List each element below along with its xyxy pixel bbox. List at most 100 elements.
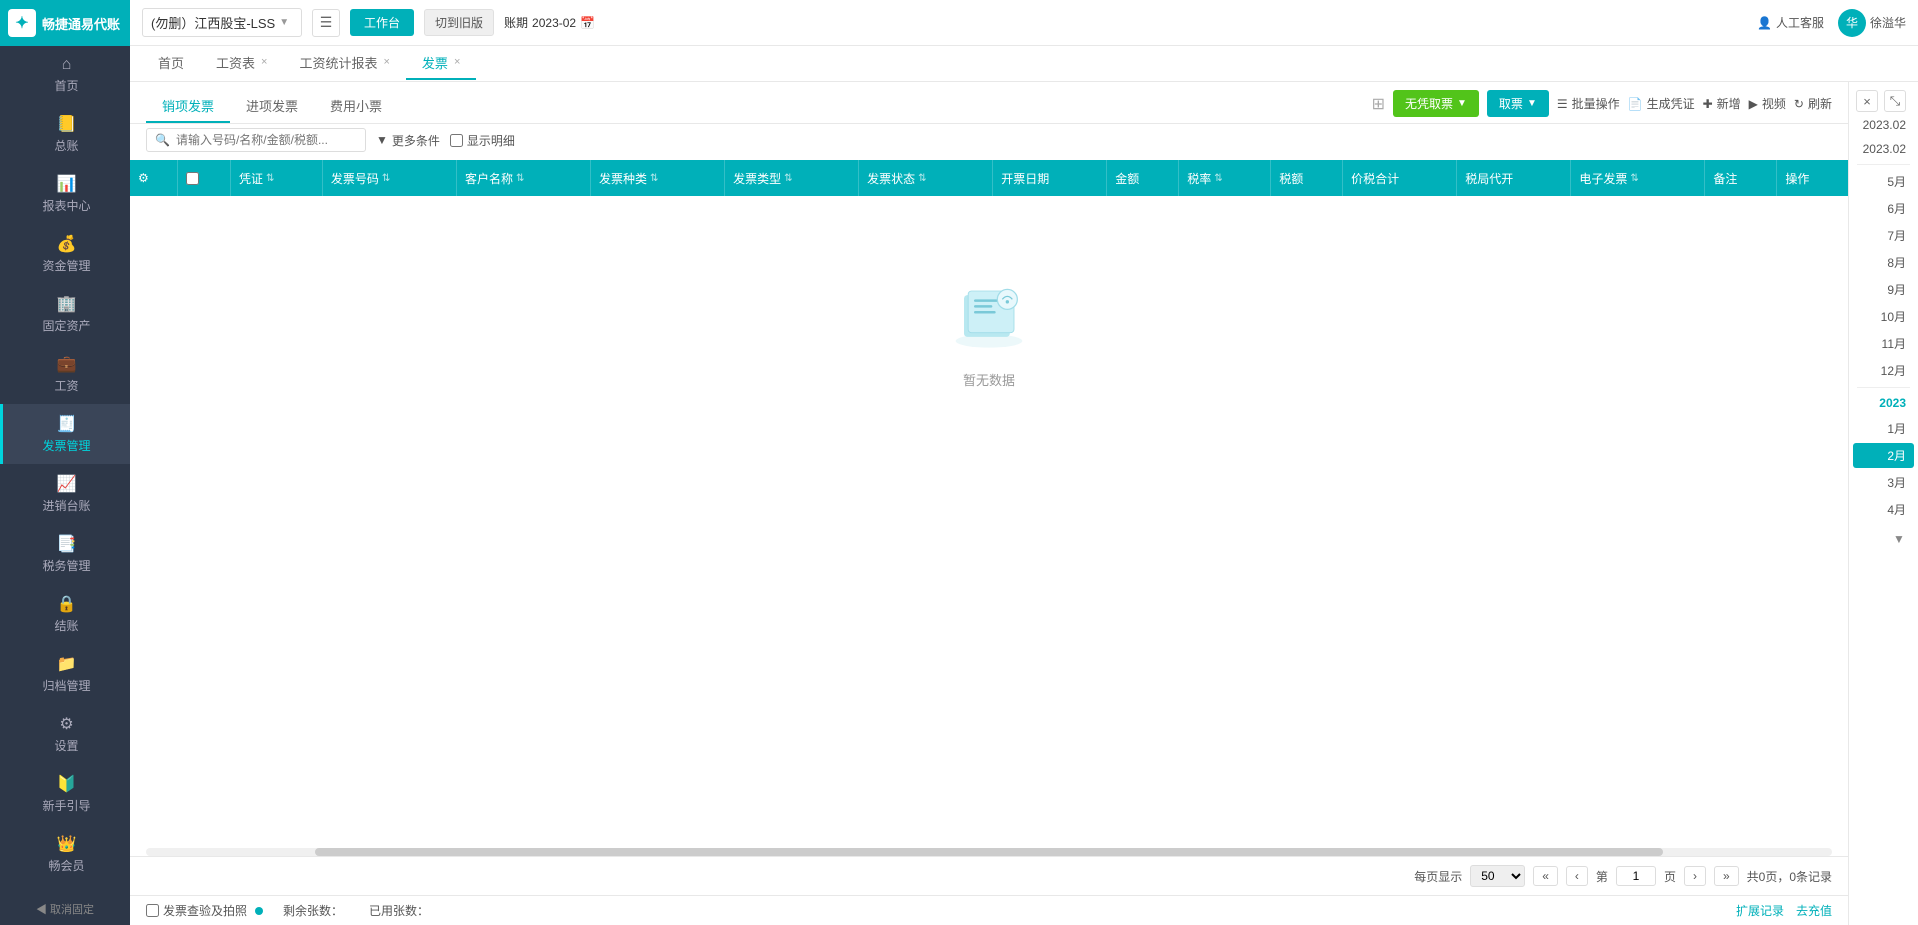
sidebar-item-close[interactable]: 🔒 结账	[0, 584, 130, 644]
batch-op-btn[interactable]: ☰ 批量操作	[1557, 95, 1620, 112]
gen-voucher-btn[interactable]: 📄 生成凭证	[1628, 95, 1695, 112]
date-item-2023-02-b[interactable]: 2023.02	[1853, 138, 1914, 160]
expand-record-link[interactable]: 扩展记录	[1736, 902, 1784, 919]
tab-invoices-close-btn[interactable]: ×	[454, 57, 460, 68]
unpin-sidebar-btn[interactable]: ◀ 取消固定	[0, 893, 130, 925]
date-sep	[1857, 164, 1910, 165]
grid-view-icon: ⊞	[1372, 94, 1385, 114]
date-year-2023[interactable]: 2023	[1853, 392, 1914, 414]
search-input[interactable]	[176, 133, 336, 147]
new-invoice-btn[interactable]: ✚ 新增	[1703, 95, 1741, 112]
period-text: 账期	[504, 14, 528, 31]
subtab-sales-invoice[interactable]: 销项发票	[146, 90, 230, 123]
tab-salary-stats[interactable]: 工资统计报表 ×	[283, 47, 405, 80]
scrollbar-thumb[interactable]	[315, 848, 1664, 856]
support-btn[interactable]: 👤 人工客服	[1757, 14, 1824, 31]
tab-salary-table[interactable]: 工资表 ×	[200, 47, 283, 80]
th-voucher[interactable]: 凭证 ⇅	[230, 160, 322, 196]
company-selector[interactable]: (勿删）江西股宝-LSS ▼	[142, 8, 302, 37]
sort-voucher-icon: ⇅	[266, 173, 274, 184]
th-invoice-no[interactable]: 发票号码 ⇅	[322, 160, 456, 196]
user-profile-btn[interactable]: 华 徐溢华	[1838, 9, 1906, 37]
sidebar-item-funds[interactable]: 💰 资金管理	[0, 224, 130, 284]
invoice-verify-btn[interactable]: 发票查验及拍照	[146, 902, 263, 919]
date-month-2[interactable]: 2月	[1853, 443, 1914, 468]
next-page-btn[interactable]: ›	[1684, 866, 1706, 886]
th-remark-label: 备注	[1713, 170, 1737, 187]
prev-page-btn[interactable]: ‹	[1566, 866, 1588, 886]
select-all-checkbox[interactable]	[186, 172, 199, 185]
th-amount-label: 金额	[1115, 170, 1139, 187]
sidebar-item-ledger[interactable]: 📒 总账	[0, 104, 130, 164]
sidebar-item-settings[interactable]: ⚙ 设置	[0, 704, 130, 764]
th-customer[interactable]: 客户名称 ⇅	[456, 160, 590, 196]
date-month-4[interactable]: 4月	[1853, 497, 1914, 522]
tab-salary-stats-label: 工资统计报表	[299, 53, 377, 72]
date-month-6[interactable]: 6月	[1853, 196, 1914, 221]
th-tax-rate[interactable]: 税率 ⇅	[1179, 160, 1271, 196]
first-page-btn[interactable]: «	[1533, 866, 1558, 886]
sidebar-label-guide: 新手引导	[42, 797, 90, 814]
tab-home-label: 首页	[158, 53, 184, 72]
gen-voucher-label: 生成凭证	[1647, 95, 1695, 112]
subtab-purchase-invoice[interactable]: 进项发票	[230, 90, 314, 123]
horizontal-scrollbar[interactable]	[146, 848, 1832, 856]
th-e-invoice[interactable]: 电子发票 ⇅	[1571, 160, 1705, 196]
video-btn[interactable]: ▶ 视频	[1749, 95, 1786, 112]
tab-salary-stats-close-btn[interactable]: ×	[383, 57, 389, 68]
th-remark: 备注	[1705, 160, 1777, 196]
more-conditions-btn[interactable]: ▼ 更多条件	[376, 132, 440, 149]
date-month-11[interactable]: 11月	[1853, 331, 1914, 356]
sidebar-item-archive[interactable]: 📁 归档管理	[0, 644, 130, 704]
th-settings[interactable]: ⚙	[130, 160, 178, 196]
sidebar-label-home: 首页	[54, 77, 78, 94]
date-month-8[interactable]: 8月	[1853, 250, 1914, 275]
date-month-12[interactable]: 12月	[1853, 358, 1914, 383]
sidebar-item-invoices[interactable]: 🧾 发票管理	[0, 404, 130, 464]
sidebar-item-tax[interactable]: 📑 税务管理	[0, 524, 130, 584]
sidebar-label-ledger: 总账	[54, 137, 78, 154]
sidebar-item-sales[interactable]: 📈 进销台账	[0, 464, 130, 524]
new-icon: ✚	[1703, 97, 1713, 111]
date-month-7[interactable]: 7月	[1853, 223, 1914, 248]
date-month-10[interactable]: 10月	[1853, 304, 1914, 329]
no-voucher-btn[interactable]: 无凭取票 ▼	[1393, 90, 1479, 117]
refresh-btn[interactable]: ↻ 刷新	[1794, 95, 1832, 112]
workbench-button[interactable]: 工作台	[350, 9, 414, 36]
tab-salary-close-btn[interactable]: ×	[261, 57, 267, 68]
per-page-select[interactable]: 50 10 20 100	[1470, 865, 1525, 887]
invoice-verify-checkbox[interactable]	[146, 904, 159, 917]
search-box[interactable]: 🔍	[146, 128, 366, 152]
date-month-3[interactable]: 3月	[1853, 470, 1914, 495]
switch-version-button[interactable]: 切到旧版	[424, 9, 494, 36]
tab-home[interactable]: 首页	[142, 47, 200, 80]
last-page-btn[interactable]: »	[1714, 866, 1739, 886]
sidebar-item-home[interactable]: ⌂ 首页	[0, 46, 130, 104]
date-panel-down-btn[interactable]: ▼	[1888, 528, 1910, 550]
doc-btn[interactable]: ☰	[312, 9, 340, 37]
sidebar-item-guide[interactable]: 🔰 新手引导	[0, 764, 130, 824]
tab-invoices[interactable]: 发票 ×	[406, 47, 476, 80]
date-month-1[interactable]: 1月	[1853, 416, 1914, 441]
th-invoice-type[interactable]: 发票种类 ⇅	[591, 160, 725, 196]
tax-icon: 📑	[57, 534, 77, 554]
recharge-link[interactable]: 去充值	[1796, 902, 1832, 919]
page-input[interactable]	[1616, 866, 1656, 886]
sort-e-invoice-icon: ⇅	[1630, 173, 1638, 184]
subtab-expense-receipt[interactable]: 费用小票	[314, 90, 398, 123]
date-month-9[interactable]: 9月	[1853, 277, 1914, 302]
date-month-5[interactable]: 5月	[1853, 169, 1914, 194]
sidebar-item-reports[interactable]: 📊 报表中心	[0, 164, 130, 224]
show-detail-input[interactable]	[450, 134, 463, 147]
sidebar-item-member[interactable]: 👑 畅会员	[0, 824, 130, 884]
sidebar-item-assets[interactable]: 🏢 固定资产	[0, 284, 130, 344]
sidebar-item-salary[interactable]: 💼 工资	[0, 344, 130, 404]
th-status[interactable]: 发票状态 ⇅	[859, 160, 993, 196]
take-ticket-btn[interactable]: 取票 ▼	[1487, 90, 1549, 117]
show-detail-checkbox[interactable]: 显示明细	[450, 132, 515, 149]
th-checkbox[interactable]	[178, 160, 231, 196]
th-invoice-category[interactable]: 发票类型 ⇅	[725, 160, 859, 196]
sidebar-label-member: 畅会员	[48, 857, 84, 874]
sidebar-label-archive: 归档管理	[42, 677, 90, 694]
table-wrap: ⚙ 凭证 ⇅	[130, 160, 1848, 848]
